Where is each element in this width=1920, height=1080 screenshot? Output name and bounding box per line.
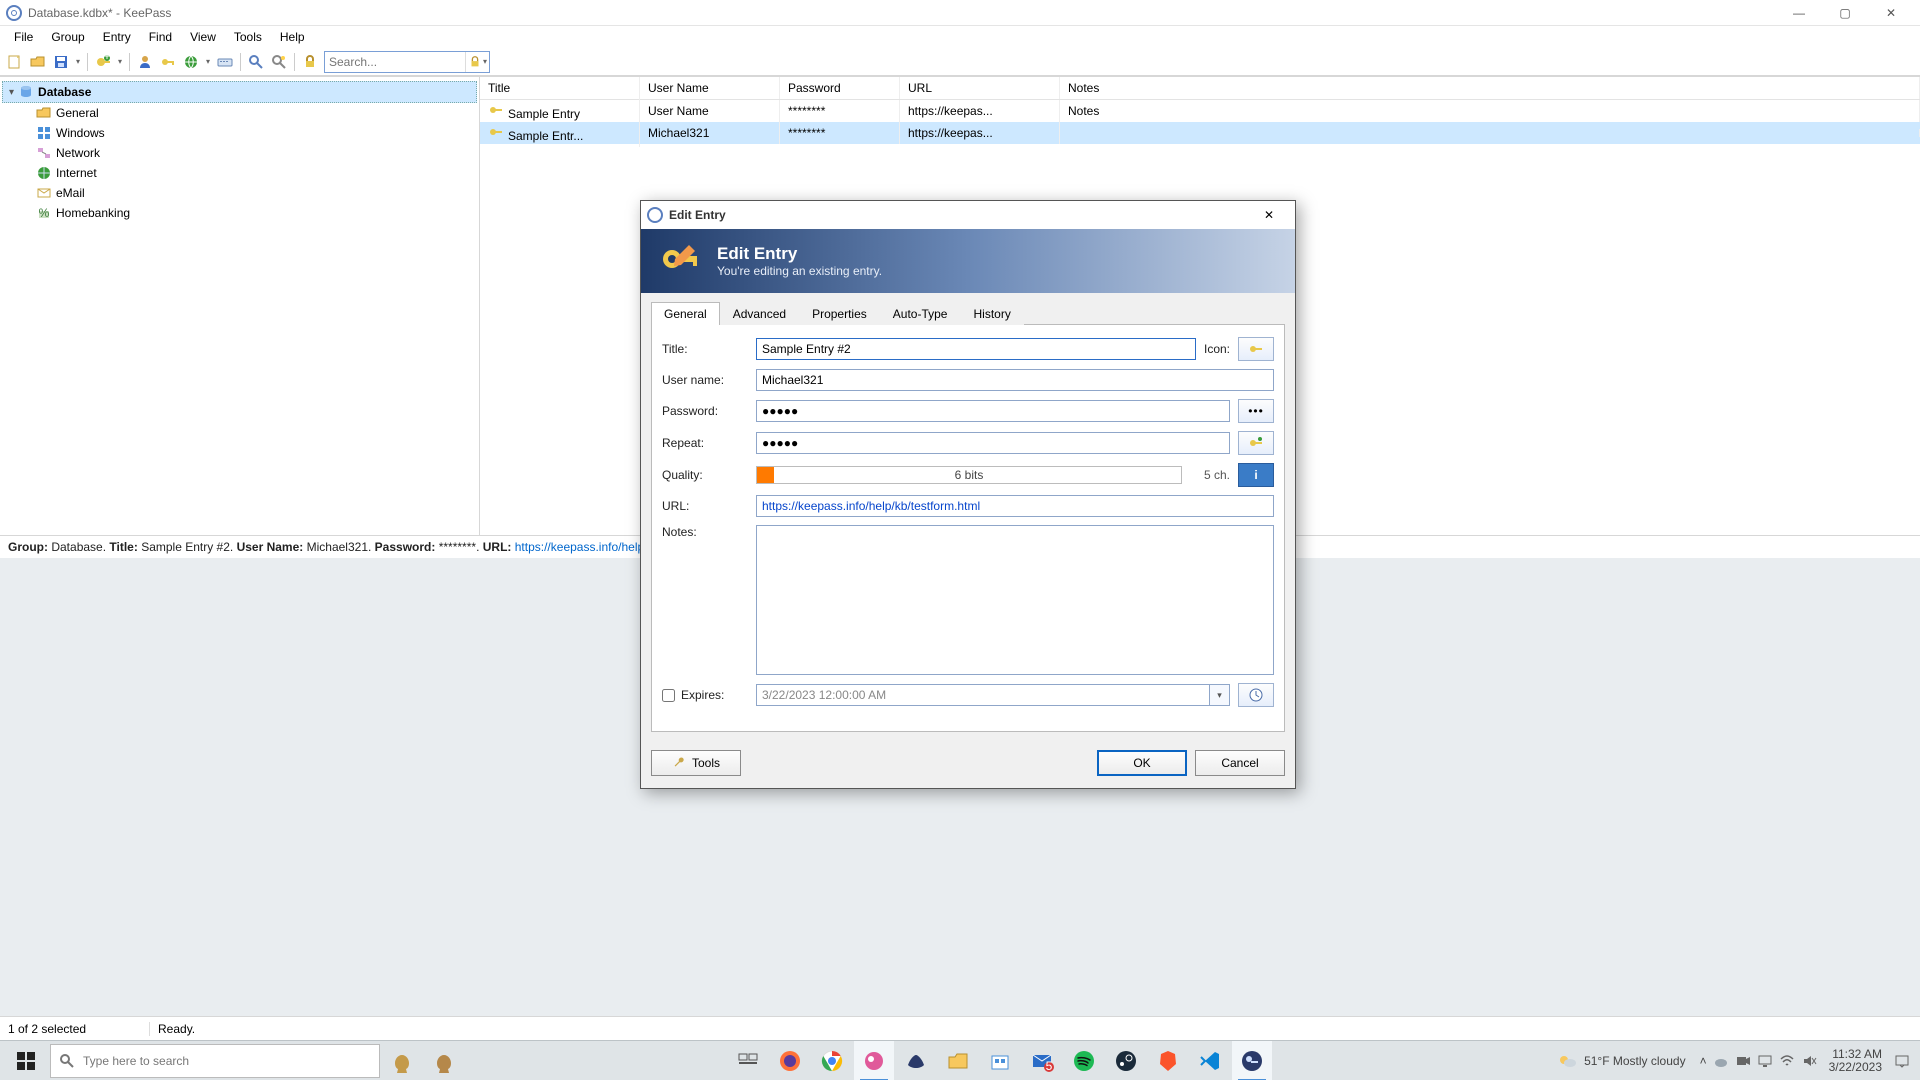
- toolbar-save-dropdown[interactable]: ▾: [73, 57, 83, 66]
- menu-tools[interactable]: Tools: [226, 28, 270, 46]
- folder-icon: [36, 105, 52, 121]
- network-icon: [36, 145, 52, 161]
- titlebar: Database.kdbx* - KeePass — ▢ ✕: [0, 0, 1920, 26]
- col-user[interactable]: User Name: [640, 77, 780, 99]
- taskbar-taskview-icon[interactable]: [728, 1041, 768, 1080]
- close-button[interactable]: ✕: [1868, 0, 1914, 26]
- toolbar-copy-user-icon[interactable]: [134, 51, 156, 73]
- tray-wifi-icon[interactable]: [1779, 1053, 1795, 1069]
- status-ready: Ready.: [150, 1022, 1920, 1036]
- tray-onedrive-icon[interactable]: [1713, 1053, 1729, 1069]
- menu-help[interactable]: Help: [272, 28, 313, 46]
- toolbar-find-icon[interactable]: [245, 51, 267, 73]
- svg-text:+: +: [103, 54, 110, 63]
- list-header: Title User Name Password URL Notes: [480, 77, 1920, 100]
- menubar: File Group Entry Find View Tools Help: [0, 26, 1920, 48]
- tree-homebanking[interactable]: %Homebanking: [2, 203, 477, 223]
- tree-internet[interactable]: Internet: [2, 163, 477, 183]
- taskbar-chrome-icon[interactable]: [812, 1041, 852, 1080]
- table-row[interactable]: Sample Entry User Name ******** https://…: [480, 100, 1920, 122]
- tray-notification-icon[interactable]: [1894, 1053, 1910, 1069]
- tree-windows[interactable]: Windows: [2, 123, 477, 143]
- col-notes[interactable]: Notes: [1060, 77, 1920, 99]
- homebanking-icon: %: [36, 205, 52, 221]
- table-row[interactable]: Sample Entr... Michael321 ******** https…: [480, 122, 1920, 144]
- toolbar-add-entry-icon[interactable]: +: [92, 51, 114, 73]
- taskbar-spotify-icon[interactable]: [1064, 1041, 1104, 1080]
- toolbar-lock-icon[interactable]: [299, 51, 321, 73]
- tray-chevron-icon[interactable]: ˄: [1700, 1054, 1707, 1068]
- toolbar-search: ▾: [324, 51, 490, 73]
- search-icon: [59, 1053, 75, 1069]
- maximize-button[interactable]: ▢: [1822, 0, 1868, 26]
- taskbar-mail-icon[interactable]: 5: [1022, 1041, 1062, 1080]
- taskbar-search[interactable]: Type here to search: [50, 1044, 380, 1078]
- globe-icon: [36, 165, 52, 181]
- tray-display-icon[interactable]: [1757, 1053, 1773, 1069]
- tree-email[interactable]: eMail: [2, 183, 477, 203]
- status-selection: 1 of 2 selected: [0, 1022, 150, 1036]
- menu-group[interactable]: Group: [43, 28, 92, 46]
- start-button[interactable]: [4, 1041, 48, 1080]
- statusbar: 1 of 2 selected Ready.: [0, 1016, 1920, 1040]
- system-tray[interactable]: ˄ 11:32 AM 3/22/2023: [1694, 1048, 1916, 1074]
- menu-view[interactable]: View: [182, 28, 224, 46]
- minimize-button[interactable]: —: [1776, 0, 1822, 26]
- svg-text:5: 5: [1046, 1059, 1053, 1073]
- entry-details: Group: Database. Title: Sample Entry #2.…: [0, 535, 1920, 558]
- taskbar-steam-icon[interactable]: [1106, 1041, 1146, 1080]
- toolbar-show-entries-icon[interactable]: [268, 51, 290, 73]
- email-icon: [36, 185, 52, 201]
- toolbar-autotype-icon[interactable]: [214, 51, 236, 73]
- taskbar-weather[interactable]: 51°F Mostly cloudy: [1550, 1050, 1692, 1072]
- taskbar-store-icon[interactable]: [980, 1041, 1020, 1080]
- tray-meet-icon[interactable]: [1735, 1053, 1751, 1069]
- taskbar-firefox-icon[interactable]: [770, 1041, 810, 1080]
- key-icon: [488, 124, 504, 140]
- menu-entry[interactable]: Entry: [95, 28, 139, 46]
- windows-icon: [36, 125, 52, 141]
- toolbar-add-entry-dropdown[interactable]: ▾: [115, 57, 125, 66]
- tree-root-label: Database: [38, 85, 91, 99]
- key-icon: [488, 102, 504, 118]
- col-url[interactable]: URL: [900, 77, 1060, 99]
- taskbar-keepass-icon[interactable]: [1232, 1041, 1272, 1080]
- tree-general[interactable]: General: [2, 103, 477, 123]
- weather-icon: [1556, 1050, 1578, 1072]
- taskbar-brave-icon[interactable]: [1148, 1041, 1188, 1080]
- toolbar-open-url-dropdown[interactable]: ▾: [203, 57, 213, 66]
- col-pass[interactable]: Password: [780, 77, 900, 99]
- svg-text:%: %: [39, 206, 50, 220]
- search-options-icon[interactable]: ▾: [465, 52, 489, 72]
- toolbar-copy-pass-icon[interactable]: [157, 51, 179, 73]
- taskbar-chess1-icon[interactable]: [382, 1041, 422, 1080]
- menu-find[interactable]: Find: [141, 28, 180, 46]
- search-input[interactable]: [325, 52, 465, 72]
- tray-volume-icon[interactable]: [1801, 1053, 1817, 1069]
- database-icon: [18, 84, 34, 100]
- tray-clock[interactable]: 11:32 AM 3/22/2023: [1823, 1048, 1888, 1074]
- toolbar-open-url-icon[interactable]: [180, 51, 202, 73]
- group-tree[interactable]: ▾ Database General Windows Network Inter…: [0, 77, 480, 535]
- taskbar-app1-icon[interactable]: [854, 1041, 894, 1080]
- app-icon: [6, 5, 22, 21]
- toolbar: ▾ + ▾ ▾ ▾: [0, 48, 1920, 76]
- tree-root[interactable]: ▾ Database: [2, 81, 477, 103]
- toolbar-open-icon[interactable]: [27, 51, 49, 73]
- toolbar-save-icon[interactable]: [50, 51, 72, 73]
- tree-network[interactable]: Network: [2, 143, 477, 163]
- taskbar: Type here to search 5 51°F Mostly cloudy…: [0, 1040, 1920, 1080]
- taskbar-vscode-icon[interactable]: [1190, 1041, 1230, 1080]
- taskbar-app2-icon[interactable]: [896, 1041, 936, 1080]
- toolbar-new-icon[interactable]: [4, 51, 26, 73]
- col-title[interactable]: Title: [480, 77, 640, 99]
- taskbar-chess2-icon[interactable]: [424, 1041, 464, 1080]
- menu-file[interactable]: File: [6, 28, 41, 46]
- desktop-area: [0, 558, 1920, 1016]
- entry-list[interactable]: Title User Name Password URL Notes Sampl…: [480, 77, 1920, 535]
- window-title: Database.kdbx* - KeePass: [28, 6, 171, 20]
- taskbar-files-icon[interactable]: [938, 1041, 978, 1080]
